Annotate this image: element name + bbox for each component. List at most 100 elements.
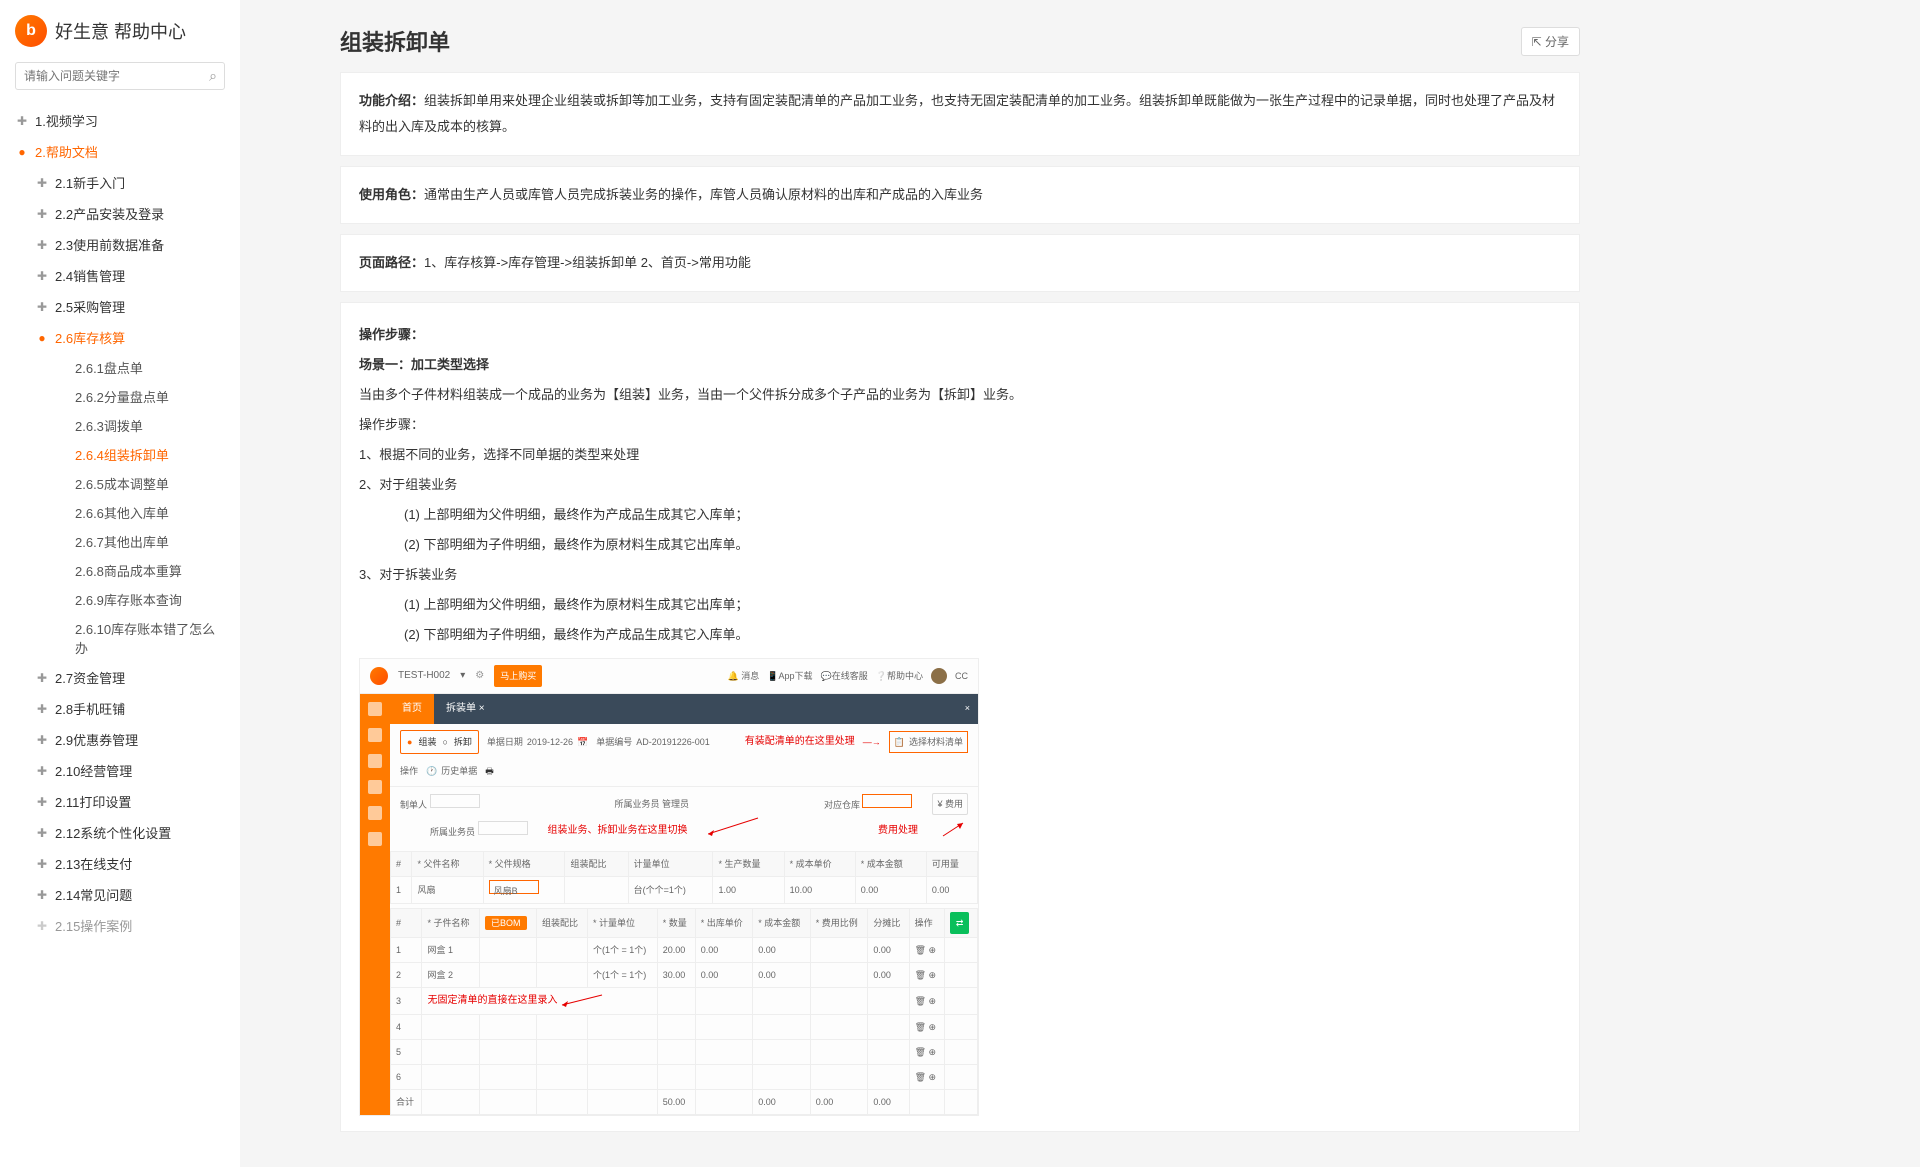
nav-helpdoc[interactable]: ●2.帮助文档	[15, 136, 225, 167]
help-icon: ❔帮助中心	[876, 667, 923, 685]
search-input[interactable]	[15, 62, 225, 90]
ss-history: 🕐 历史单据	[426, 762, 477, 780]
app-icon: 📱App下载	[767, 667, 812, 685]
chevron-down-icon: ▾	[460, 666, 465, 686]
ss-config-button: 📋 选择材料清单	[889, 731, 968, 753]
table-total: 合计50.000.000.000.00	[391, 1090, 978, 1115]
service-icon: 💬在线客服	[821, 667, 868, 685]
step3: 3、对于拆装业务	[359, 562, 1561, 588]
plus-icon: ✚	[35, 826, 49, 840]
plus-icon: ✚	[35, 919, 49, 933]
nav-2-11[interactable]: ✚2.11打印设置	[35, 786, 225, 817]
table-row: 1风扇风扇B台(个个=1个)1.0010.000.000.00	[391, 877, 978, 904]
ss-nav-icon	[368, 702, 382, 716]
search-icon[interactable]: ⌕	[209, 68, 217, 85]
ss-nav-icon	[368, 832, 382, 846]
nav-2-6-9[interactable]: 2.6.9库存账本查询	[35, 585, 225, 614]
nav-2-6-4[interactable]: 2.6.4组装拆卸单	[35, 440, 225, 469]
step1: 1、根据不同的业务，选择不同单据的类型来处理	[359, 442, 1561, 468]
nav-2-15[interactable]: ✚2.15操作案例	[35, 910, 225, 941]
nav-2-13[interactable]: ✚2.13在线支付	[35, 848, 225, 879]
nav-2-9[interactable]: ✚2.9优惠券管理	[35, 724, 225, 755]
nav-2-4[interactable]: ✚2.4销售管理	[35, 260, 225, 291]
nav-2-12[interactable]: ✚2.12系统个性化设置	[35, 817, 225, 848]
page-title: 组装拆卸单	[340, 25, 450, 57]
plus-icon: ✚	[15, 114, 29, 128]
close-icon: ×	[957, 694, 978, 724]
ss-date: 单据日期 2019-12-26 📅	[487, 733, 588, 751]
nav-2-1[interactable]: ✚2.1新手入门	[35, 167, 225, 198]
table-row: 2网盒 2个(1个 = 1个)30.000.000.000.00🗑 ⊕	[391, 963, 978, 988]
ss-op: 操作	[400, 762, 418, 780]
ss-type-radio: ●组装 ○拆卸	[400, 730, 479, 754]
ss-tab-home: 首页	[390, 694, 434, 724]
ss-user: CC	[955, 667, 968, 685]
table-row: 6🗑 ⊕	[391, 1065, 978, 1090]
ss-maker: 制单人	[400, 794, 480, 814]
ss-cost-button: ¥ 费用	[932, 793, 968, 815]
ss-biz-label: 所属业务员	[400, 821, 528, 841]
plus-icon: ✚	[35, 300, 49, 314]
ss-right-icons: 🔔 消息 📱App下载 💬在线客服 ❔帮助中心 CC	[728, 667, 968, 685]
table-row: 1网盒 1个(1个 = 1个)20.000.000.000.00🗑 ⊕	[391, 938, 978, 963]
steps-card: 操作步骤： 场景一：加工类型选择 当由多个子件材料组装成一个成品的业务为【组装】…	[340, 302, 1580, 1132]
plus-icon: ✚	[35, 795, 49, 809]
nav-video[interactable]: ✚1.视频学习	[15, 105, 225, 136]
ss-title: TEST-H002	[398, 666, 450, 686]
ss-annotation-4: 无固定清单的直接在这里录入	[427, 995, 557, 1006]
path-card: 页面路径：1、库存核算->库存管理->组装拆卸单 2、首页->常用功能	[340, 234, 1580, 292]
step2-2: (2) 下部明细为子件明细，最终作为原材料生成其它出库单。	[359, 532, 1561, 558]
ss-nav-icon	[368, 754, 382, 768]
avatar-icon	[931, 668, 947, 684]
gear-icon: ⚙	[475, 666, 484, 686]
bell-icon: 🔔 消息	[728, 667, 760, 685]
embedded-screenshot: TEST-H002 ▾ ⚙ 马上购买 🔔 消息 📱App下载 💬在线客服 ❔帮助…	[359, 658, 979, 1116]
nav-2-7[interactable]: ✚2.7资金管理	[35, 662, 225, 693]
nav-2-6-10[interactable]: 2.6.10库存账本错了怎么办	[35, 614, 225, 662]
role-label: 使用角色：	[359, 187, 424, 202]
logo: b 好生意 帮助中心	[15, 15, 225, 47]
intro-card: 功能介绍：组装拆卸单用来处理企业组装或拆卸等加工业务，支持有固定装配清单的产品加…	[340, 72, 1580, 156]
search-box: ⌕	[15, 62, 225, 90]
ss-annotation-2: 组装业务、拆卸业务在这里切换	[548, 821, 688, 841]
role-text: 通常由生产人员或库管人员完成拆装业务的操作，库管人员确认原材料的出库和产成品的入…	[424, 187, 983, 202]
nav-2-6-1[interactable]: 2.6.1盘点单	[35, 353, 225, 382]
nav-2-8[interactable]: ✚2.8手机旺铺	[35, 693, 225, 724]
minus-icon: ●	[35, 331, 49, 345]
scene1-desc: 当由多个子件材料组装成一个成品的业务为【组装】业务，当由一个父件拆分成多个子产品…	[359, 382, 1561, 408]
scene1-label: 场景一：加工类型选择	[359, 352, 1561, 378]
ss-buy-button: 马上购买	[494, 665, 542, 687]
plus-icon: ✚	[35, 207, 49, 221]
nav-2-6-6[interactable]: 2.6.6其他入库单	[35, 498, 225, 527]
main-content: 组装拆卸单 ⇱ 分享 功能介绍：组装拆卸单用来处理企业组装或拆卸等加工业务，支持…	[240, 0, 1920, 1167]
steps-sub: 操作步骤：	[359, 412, 1561, 438]
ss-parent-table: #* 父件名称* 父件规格组装配比计量单位* 生产数量* 成本单价* 成本金额可…	[390, 851, 978, 904]
nav-2-6-3[interactable]: 2.6.3调拨单	[35, 411, 225, 440]
nav-2-5[interactable]: ✚2.5采购管理	[35, 291, 225, 322]
nav-2-6-2[interactable]: 2.6.2分量盘点单	[35, 382, 225, 411]
nav-2-14[interactable]: ✚2.14常见问题	[35, 879, 225, 910]
share-button[interactable]: ⇱ 分享	[1521, 27, 1580, 56]
nav-2-6-7[interactable]: 2.6.7其他出库单	[35, 527, 225, 556]
ss-toolbar: ●组装 ○拆卸 单据日期 2019-12-26 📅 单据编号 AD-201912…	[390, 724, 978, 787]
ss-topbar: TEST-H002 ▾ ⚙ 马上购买 🔔 消息 📱App下载 💬在线客服 ❔帮助…	[360, 659, 978, 694]
ss-annotation-3: 费用处理	[878, 821, 918, 841]
table-row: 4🗑 ⊕	[391, 1015, 978, 1040]
plus-icon: ✚	[35, 238, 49, 252]
table-row: 3无固定清单的直接在这里录入🗑 ⊕	[391, 988, 978, 1015]
step3-1: (1) 上部明细为父件明细，最终作为原材料生成其它出库单；	[359, 592, 1561, 618]
plus-icon: ✚	[35, 857, 49, 871]
nav-2-3[interactable]: ✚2.3使用前数据准备	[35, 229, 225, 260]
nav-2-6-8[interactable]: 2.6.8商品成本重算	[35, 556, 225, 585]
step2: 2、对于组装业务	[359, 472, 1561, 498]
ss-nav-icon	[368, 728, 382, 742]
nav-2-6[interactable]: ●2.6库存核算	[35, 322, 225, 353]
table-row: 5🗑 ⊕	[391, 1040, 978, 1065]
ss-biz: 所属业务员 管理员	[614, 795, 689, 813]
nav-2-10[interactable]: ✚2.10经营管理	[35, 755, 225, 786]
nav-2-2[interactable]: ✚2.2产品安装及登录	[35, 198, 225, 229]
nav-2-6-5[interactable]: 2.6.5成本调整单	[35, 469, 225, 498]
page-title-row: 组装拆卸单 ⇱ 分享	[340, 25, 1580, 57]
plus-icon: ✚	[35, 671, 49, 685]
plus-icon: ✚	[35, 888, 49, 902]
